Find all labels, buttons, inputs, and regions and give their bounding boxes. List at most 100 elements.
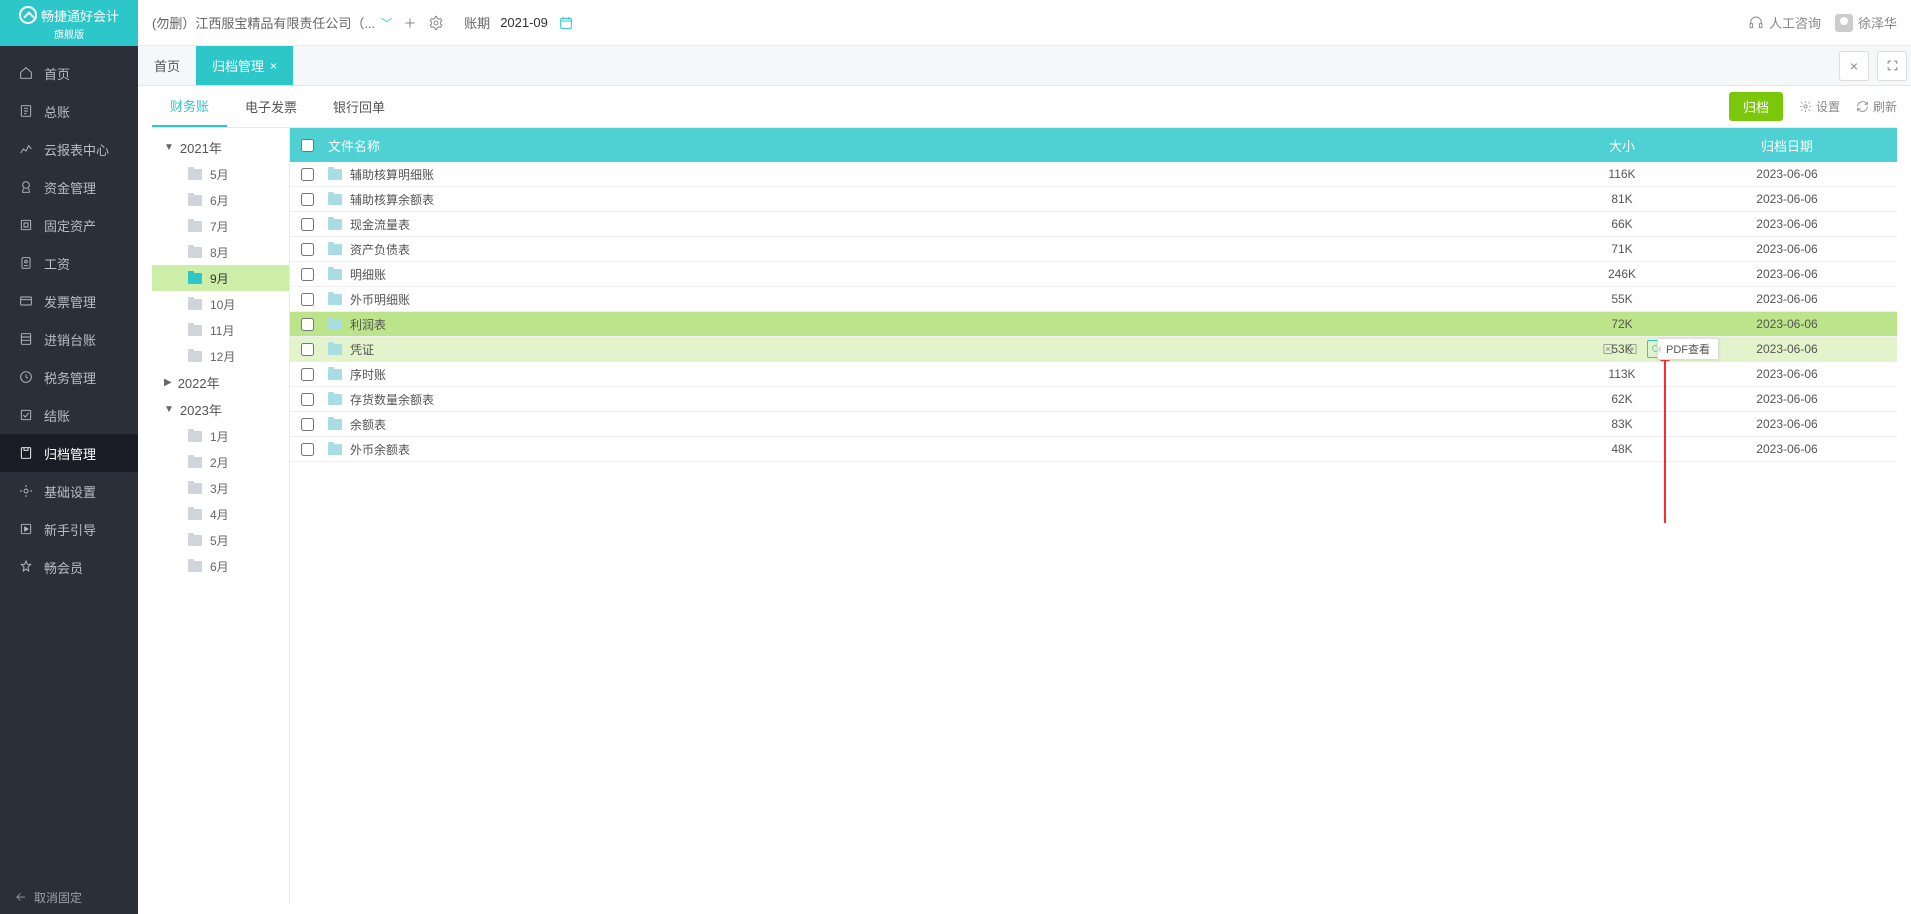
row-checkbox[interactable]: [301, 418, 314, 431]
file-date: 2023-06-06: [1677, 192, 1897, 206]
file-date: 2023-06-06: [1677, 242, 1897, 256]
file-date: 2023-06-06: [1677, 392, 1897, 406]
nav-item[interactable]: 总账: [0, 92, 138, 130]
nav-icon: [18, 483, 34, 499]
month-label: 8月: [210, 244, 229, 261]
archive-button[interactable]: 归档: [1729, 92, 1783, 121]
table-row[interactable]: 存货数量余额表 62K 2023-06-06: [290, 387, 1897, 412]
file-icon: [328, 219, 342, 230]
tree-month[interactable]: 4月: [152, 501, 289, 527]
fullscreen-button[interactable]: [1877, 51, 1907, 81]
subtab-finance[interactable]: 财务账: [152, 86, 227, 127]
nav-item[interactable]: 首页: [0, 54, 138, 92]
table-row[interactable]: 利润表 72K 2023-06-06: [290, 312, 1897, 337]
file-name: 现金流量表: [350, 216, 410, 233]
row-checkbox[interactable]: [301, 243, 314, 256]
unpin-button[interactable]: 取消固定: [0, 880, 138, 914]
caret-icon: ▶: [164, 377, 172, 388]
download-pdf-icon[interactable]: [1623, 340, 1641, 358]
nav-item[interactable]: 进销台账: [0, 320, 138, 358]
month-label: 6月: [210, 558, 229, 575]
help-button[interactable]: 人工咨询: [1748, 13, 1821, 32]
nav-item[interactable]: 新手引导: [0, 510, 138, 548]
tree-year[interactable]: ▼2021年: [152, 134, 289, 161]
table-row[interactable]: 明细账 246K 2023-06-06: [290, 262, 1897, 287]
tree-month[interactable]: 12月: [152, 343, 289, 369]
subtab-einvoice[interactable]: 电子发票: [227, 86, 315, 127]
calendar-icon[interactable]: [558, 15, 574, 31]
nav-item[interactable]: 归档管理: [0, 434, 138, 472]
nav-item[interactable]: 云报表中心: [0, 130, 138, 168]
tree-month[interactable]: 5月: [152, 527, 289, 553]
company-selector[interactable]: (勿删）江西服宝精品有限责任公司（... ﹀: [152, 13, 392, 32]
subtab-bankslip[interactable]: 银行回单: [315, 86, 403, 127]
nav-item[interactable]: 工资: [0, 244, 138, 282]
folder-icon: [188, 325, 202, 336]
tree-month[interactable]: 6月: [152, 553, 289, 579]
tree-month[interactable]: 8月: [152, 239, 289, 265]
nav-item[interactable]: 结账: [0, 396, 138, 434]
nav-item[interactable]: 税务管理: [0, 358, 138, 396]
nav-icon: [18, 331, 34, 347]
nav-label: 首页: [44, 64, 70, 83]
table-row[interactable]: 现金流量表 66K 2023-06-06: [290, 212, 1897, 237]
refresh-link[interactable]: 刷新: [1856, 98, 1897, 115]
table-row[interactable]: 辅助核算明细账 116K 2023-06-06: [290, 162, 1897, 187]
period-value[interactable]: 2021-09: [500, 15, 548, 30]
tree-month[interactable]: 10月: [152, 291, 289, 317]
month-label: 1月: [210, 428, 229, 445]
month-label: 5月: [210, 166, 229, 183]
settings-link[interactable]: 设置: [1799, 98, 1840, 115]
nav-icon: [18, 255, 34, 271]
table-row[interactable]: 辅助核算余额表 81K 2023-06-06: [290, 187, 1897, 212]
nav-item[interactable]: 固定资产: [0, 206, 138, 244]
tab-close-button[interactable]: ×: [1839, 51, 1869, 81]
row-checkbox[interactable]: [301, 268, 314, 281]
table-row[interactable]: 外币明细账 55K 2023-06-06: [290, 287, 1897, 312]
row-checkbox[interactable]: [301, 368, 314, 381]
nav-label: 固定资产: [44, 216, 96, 235]
tree-month[interactable]: 3月: [152, 475, 289, 501]
row-checkbox[interactable]: [301, 168, 314, 181]
tree-month[interactable]: 7月: [152, 213, 289, 239]
tree-month[interactable]: 6月: [152, 187, 289, 213]
nav-item[interactable]: 畅会员: [0, 548, 138, 586]
table-row[interactable]: 资产负债表 71K 2023-06-06: [290, 237, 1897, 262]
nav-item[interactable]: 资金管理: [0, 168, 138, 206]
row-checkbox[interactable]: [301, 318, 314, 331]
tab-home[interactable]: 首页: [138, 46, 196, 85]
tree-year[interactable]: ▶2022年: [152, 369, 289, 396]
table-row[interactable]: 序时账 113K 2023-06-06: [290, 362, 1897, 387]
select-all-checkbox[interactable]: [301, 139, 314, 152]
table-row[interactable]: 外币余额表 48K 2023-06-06: [290, 437, 1897, 462]
tree-month[interactable]: 2月: [152, 449, 289, 475]
row-checkbox[interactable]: [301, 193, 314, 206]
table-row[interactable]: 凭证 53K 2023-06-06 PDF查看: [290, 337, 1897, 362]
table-row[interactable]: 余额表 83K 2023-06-06: [290, 412, 1897, 437]
row-checkbox[interactable]: [301, 393, 314, 406]
file-icon: [328, 269, 342, 280]
file-name: 利润表: [350, 316, 386, 333]
tab-archive[interactable]: 归档管理×: [196, 46, 293, 85]
download-excel-icon[interactable]: [1599, 340, 1617, 358]
row-checkbox[interactable]: [301, 443, 314, 456]
add-icon[interactable]: [402, 15, 418, 31]
annotation-arrow: [1664, 359, 1666, 523]
row-checkbox[interactable]: [301, 293, 314, 306]
nav-item[interactable]: 基础设置: [0, 472, 138, 510]
folder-icon: [188, 457, 202, 468]
nav-icon: [18, 559, 34, 575]
tree-month[interactable]: 1月: [152, 423, 289, 449]
tree-month[interactable]: 5月: [152, 161, 289, 187]
nav-item[interactable]: 发票管理: [0, 282, 138, 320]
close-icon[interactable]: ×: [270, 59, 277, 73]
tree-year[interactable]: ▼2023年: [152, 396, 289, 423]
user-menu[interactable]: 徐泽华: [1835, 13, 1897, 32]
tree-month[interactable]: 9月: [152, 265, 289, 291]
row-checkbox[interactable]: [301, 343, 314, 356]
tree-month[interactable]: 11月: [152, 317, 289, 343]
gear-icon[interactable]: [428, 15, 444, 31]
file-size: 48K: [1567, 442, 1677, 456]
row-checkbox[interactable]: [301, 218, 314, 231]
folder-icon: [188, 483, 202, 494]
